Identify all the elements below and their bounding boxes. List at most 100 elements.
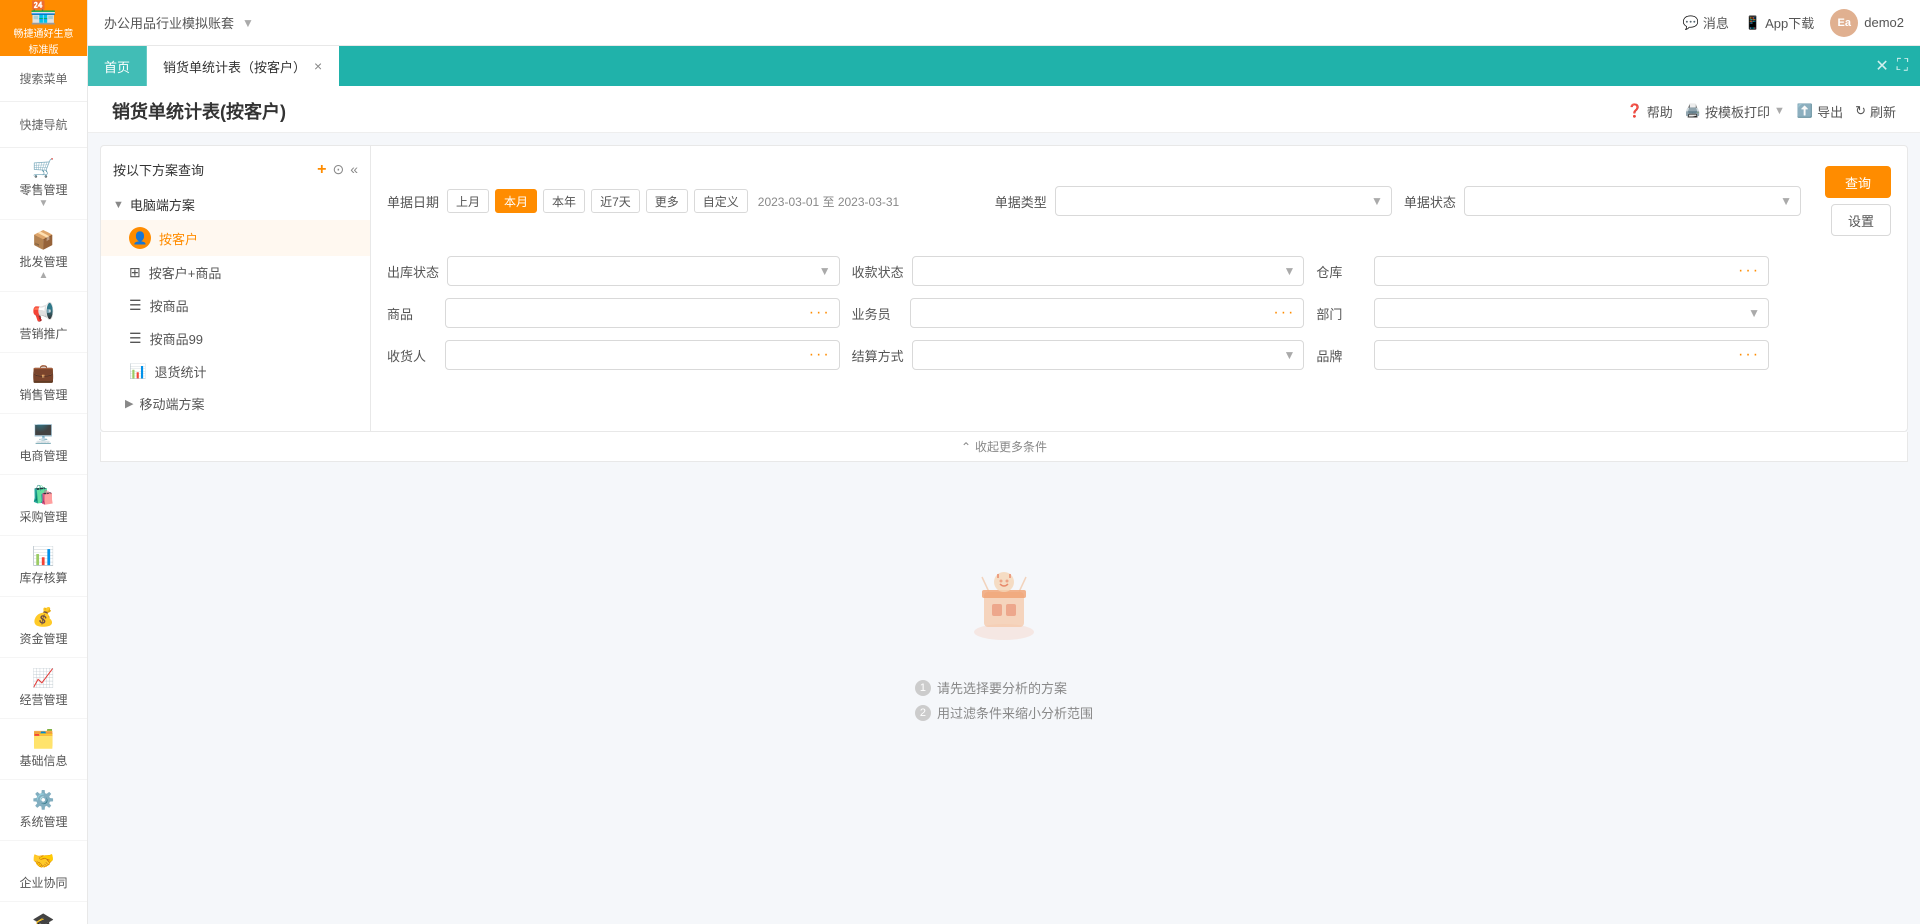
add-scheme-icon[interactable]: + xyxy=(317,161,326,179)
sidebar-item-inventory[interactable]: 📊 库存核算 xyxy=(0,536,87,597)
sidebar-item-finance[interactable]: 💰 资金管理 xyxy=(0,597,87,658)
goods-input[interactable]: ··· xyxy=(445,298,840,328)
tree-group-pc-header[interactable]: ▼ 电脑端方案 xyxy=(101,189,370,220)
doc-type-input[interactable]: ▼ xyxy=(1055,186,1392,216)
app-logo[interactable]: 🏪 畅捷通好生意 标准版 xyxy=(0,0,88,56)
settings-button[interactable]: 设置 xyxy=(1831,204,1891,236)
message-btn[interactable]: 💬 消息 xyxy=(1683,13,1729,32)
payment-input[interactable]: ▼ xyxy=(912,340,1305,370)
topbar-right: 💬 消息 📱 App下载 Ea demo2 xyxy=(1683,9,1904,37)
refresh-label: 刷新 xyxy=(1870,102,1896,121)
template-print-btn[interactable]: 🖨️ 按模板打印 ▼ xyxy=(1685,102,1785,121)
date-range-text: 2023-03-01 至 2023-03-31 xyxy=(758,193,899,210)
date-btn-this-year[interactable]: 本年 xyxy=(543,189,585,213)
logo-sub: 标准版 xyxy=(29,41,59,56)
sidebar-item-label-enterprise: 企业协同 xyxy=(19,874,67,891)
inventory-icon: 📊 xyxy=(32,546,54,567)
sidebar-item-newbie[interactable]: 🎓 新手引导 xyxy=(0,902,87,924)
user-info[interactable]: Ea demo2 xyxy=(1830,9,1904,37)
dept-input[interactable]: ▼ xyxy=(1374,298,1769,328)
sidebar-item-ecommerce[interactable]: 🖥️ 电商管理 xyxy=(0,414,87,475)
collapse-bar[interactable]: ⌃ 收起更多条件 xyxy=(100,432,1908,462)
tab-close-icon[interactable]: × xyxy=(314,58,322,74)
tree-item-by-goods[interactable]: ☰ 按商品 xyxy=(101,289,370,322)
sidebar-quick-nav-section: 快捷导航 xyxy=(0,102,87,148)
avatar-text: Ea xyxy=(1838,17,1851,29)
sidebar-item-system[interactable]: ⚙️ 系统管理 xyxy=(0,780,87,841)
date-btn-last-month[interactable]: 上月 xyxy=(447,189,489,213)
sidebar-item-wholesale[interactable]: 📦 批发管理 ▲ xyxy=(0,220,87,292)
retail-icon: 🛒 xyxy=(32,158,54,179)
date-label: 单据日期 xyxy=(387,192,439,211)
tree-group-mobile-header[interactable]: ▶ 移动端方案 xyxy=(101,388,370,419)
sidebar-item-label-finance: 资金管理 xyxy=(19,630,67,647)
tip-num-1: 1 xyxy=(915,680,931,696)
sidebar-item-retail[interactable]: 🛒 零售管理 ▼ xyxy=(0,148,87,220)
sidebar-item-marketing[interactable]: 📢 营销推广 xyxy=(0,292,87,353)
tab-home[interactable]: 首页 xyxy=(88,46,147,86)
collapse-sidebar-icon[interactable]: « xyxy=(350,161,358,179)
filter-warehouse-field: 仓库 ··· xyxy=(1316,256,1769,286)
filter-dept-field: 部门 ▼ xyxy=(1316,298,1769,328)
warehouse-input[interactable]: ··· xyxy=(1374,256,1769,286)
quick-nav-link[interactable]: 快捷导航 xyxy=(19,110,67,139)
avatar: Ea xyxy=(1830,9,1858,37)
receiver-dots-icon: ··· xyxy=(809,346,831,364)
logo-icon: 🏪 xyxy=(30,0,57,26)
sidebar-item-sales[interactable]: 💼 销售管理 xyxy=(0,353,87,414)
brand-input[interactable]: ··· xyxy=(1374,340,1769,370)
tree-item-by-customer-goods[interactable]: ⊞ 按客户+商品 xyxy=(101,256,370,289)
filter-goods-field: 商品 ··· xyxy=(387,298,840,328)
page-content: 销货单统计表(按客户) ❓ 帮助 🖨️ 按模板打印 ▼ ⬆️ 导出 ↻ 刷新 xyxy=(88,86,1920,924)
search-menu-link[interactable]: 搜索菜单 xyxy=(19,64,67,93)
refresh-scheme-icon[interactable]: ⊙ xyxy=(332,161,344,179)
collapse-up-icon: ⌃ xyxy=(961,440,971,454)
sidebar-item-purchase[interactable]: 🛍️ 采购管理 xyxy=(0,475,87,536)
filter-receiver-field: 收货人 ··· xyxy=(387,340,840,370)
date-btn-7days[interactable]: 近7天 xyxy=(591,189,640,213)
page-header: 销货单统计表(按客户) ❓ 帮助 🖨️ 按模板打印 ▼ ⬆️ 导出 ↻ 刷新 xyxy=(88,86,1920,133)
sidebar-item-label-purchase: 采购管理 xyxy=(19,508,67,525)
tree-item-return-stat[interactable]: 📊 退货统计 xyxy=(101,355,370,388)
newbie-icon: 🎓 xyxy=(32,912,54,924)
tree-group-mobile: ▶ 移动端方案 xyxy=(101,388,370,419)
refresh-icon: ↻ xyxy=(1855,103,1866,119)
receiver-input[interactable]: ··· xyxy=(445,340,840,370)
empty-tips: 1 请先选择要分析的方案 2 用过滤条件来缩小分析范围 xyxy=(915,678,1093,728)
print-dropdown-icon: ▼ xyxy=(1774,105,1785,117)
filter-sidebar-icons: + ⊙ « xyxy=(317,161,358,179)
topbar-dropdown-icon[interactable]: ▼ xyxy=(242,16,254,30)
sidebar-item-label-marketing: 营销推广 xyxy=(19,325,67,342)
tab-fullscreen-icon[interactable]: ⛶ xyxy=(1897,57,1908,75)
date-btn-this-month[interactable]: 本月 xyxy=(495,189,537,213)
help-btn[interactable]: ❓ 帮助 xyxy=(1627,102,1673,121)
export-btn[interactable]: ⬆️ 导出 xyxy=(1797,102,1843,121)
refresh-btn[interactable]: ↻ 刷新 xyxy=(1855,102,1896,121)
date-btn-more[interactable]: 更多 xyxy=(646,189,688,213)
date-btn-custom[interactable]: 自定义 xyxy=(694,189,748,213)
tab-sales-stat[interactable]: 销货单统计表（按客户） × xyxy=(147,46,339,86)
tab-expand-actions: ✕ ⛶ xyxy=(1875,56,1920,76)
app-download-btn[interactable]: 📱 App下载 xyxy=(1745,13,1814,32)
sidebar-item-enterprise[interactable]: 🤝 企业协同 xyxy=(0,841,87,902)
query-button[interactable]: 查询 xyxy=(1825,166,1891,198)
receipt-status-input[interactable]: ▼ xyxy=(912,256,1305,286)
out-status-input[interactable]: ▼ xyxy=(447,256,840,286)
ecommerce-icon: 🖥️ xyxy=(32,424,54,445)
payment-label: 结算方式 xyxy=(852,346,904,365)
salesperson-input[interactable]: ··· xyxy=(910,298,1305,328)
tab-home-label: 首页 xyxy=(104,57,130,76)
tree-group-mobile-arrow: ▶ xyxy=(125,397,133,410)
sidebar-search-section: 搜索菜单 xyxy=(0,56,87,102)
tree-item-by-customer[interactable]: 👤 按客户 xyxy=(101,220,370,256)
tree-group-mobile-label: 移动端方案 xyxy=(139,394,204,413)
tree-item-by-goods99[interactable]: ☰ 按商品99 xyxy=(101,322,370,355)
doc-status-input[interactable]: ▼ xyxy=(1464,186,1801,216)
sidebar-item-basic[interactable]: 🗂️ 基础信息 xyxy=(0,719,87,780)
collapse-label: 收起更多条件 xyxy=(975,438,1047,455)
brand-label: 品牌 xyxy=(1316,346,1366,365)
dept-chevron-icon: ▼ xyxy=(1748,306,1760,320)
sidebar-item-operations[interactable]: 📈 经营管理 xyxy=(0,658,87,719)
tab-close-window-icon[interactable]: ✕ xyxy=(1875,56,1888,76)
filter-date-field: 单据日期 上月 本月 本年 近7天 更多 自定义 2023-03-01 至 20… xyxy=(387,189,983,213)
